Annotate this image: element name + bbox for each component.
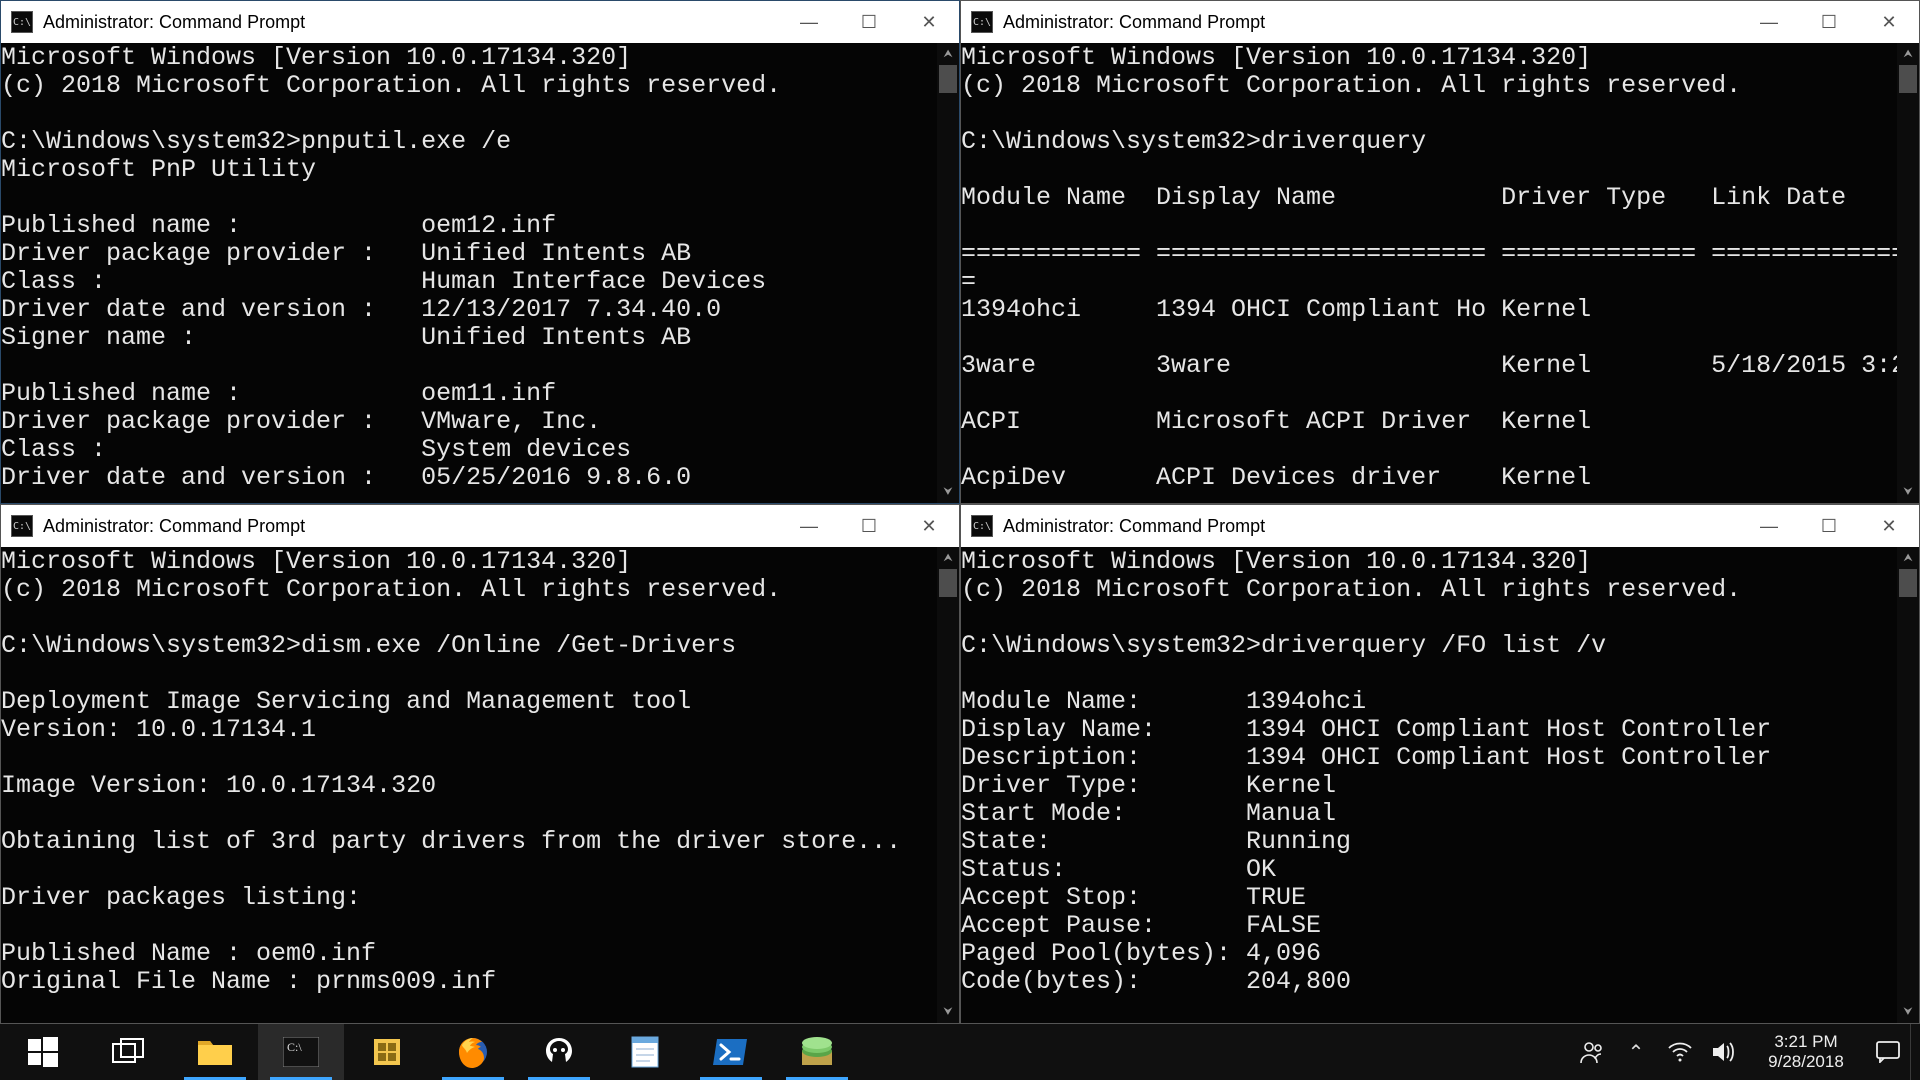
scroll-thumb[interactable] [939,569,957,597]
console-output[interactable]: Microsoft Windows [Version 10.0.17134.32… [961,43,1897,503]
wifi-icon [1668,1042,1692,1062]
show-desktop-button[interactable] [1910,1024,1920,1080]
taskbar-app-3[interactable] [344,1024,430,1080]
cmd-icon: C:\ [971,11,993,33]
taskbar-app-cmd[interactable]: C:\ [258,1024,344,1080]
windows-logo-icon [25,1034,61,1070]
taskbar-app-5[interactable] [774,1024,860,1080]
scrollbar[interactable]: ⮝ ⮟ [937,547,959,1023]
window-title: Administrator: Command Prompt [1003,516,1739,537]
svg-text:C:\: C:\ [287,1040,302,1054]
scroll-down-icon[interactable]: ⮟ [937,481,959,503]
scroll-track[interactable] [1897,569,1919,1001]
taskbar-app-firefox[interactable] [430,1024,516,1080]
window-title: Administrator: Command Prompt [43,12,779,33]
cmd-icon: C:\ [11,515,33,537]
tray-overflow-button[interactable]: ⌃ [1614,1024,1658,1080]
taskbar-app-gitkraken[interactable] [516,1024,602,1080]
titlebar[interactable]: C:\ Administrator: Command Prompt — ☐ ✕ [961,1,1919,43]
people-icon [1579,1039,1605,1065]
cmd-icon: C:\ [971,515,993,537]
close-button[interactable]: ✕ [899,505,959,547]
task-view-icon [111,1034,147,1070]
console-output[interactable]: Microsoft Windows [Version 10.0.17134.32… [1,547,937,1023]
scrollbar[interactable]: ⮝ ⮟ [1897,43,1919,503]
maximize-button[interactable]: ☐ [1799,1,1859,43]
cmd-window-4: C:\ Administrator: Command Prompt — ☐ ✕ … [960,504,1920,1024]
action-center-button[interactable] [1866,1024,1910,1080]
cmd-window-1: C:\ Administrator: Command Prompt — ☐ ✕ … [0,0,960,504]
powershell-icon [713,1034,749,1070]
scroll-down-icon[interactable]: ⮟ [1897,481,1919,503]
scroll-track[interactable] [937,65,959,481]
folder-icon [197,1034,233,1070]
scrollbar[interactable]: ⮝ ⮟ [1897,547,1919,1023]
titlebar[interactable]: C:\ Administrator: Command Prompt — ☐ ✕ [961,505,1919,547]
scroll-track[interactable] [937,569,959,1001]
clock-time: 3:21 PM [1746,1032,1866,1052]
console-output[interactable]: Microsoft Windows [Version 10.0.17134.32… [1,43,937,503]
notification-icon [1876,1041,1900,1063]
scroll-up-icon[interactable]: ⮝ [937,547,959,569]
window-title: Administrator: Command Prompt [1003,12,1739,33]
wifi-button[interactable] [1658,1024,1702,1080]
scroll-track[interactable] [1897,65,1919,481]
cmd-icon: C:\ [283,1034,319,1070]
maximize-button[interactable]: ☐ [1799,505,1859,547]
firefox-icon [455,1034,491,1070]
scroll-up-icon[interactable]: ⮝ [1897,547,1919,569]
minimize-button[interactable]: — [1739,505,1799,547]
start-button[interactable] [0,1024,86,1080]
notepad-icon [627,1034,663,1070]
close-button[interactable]: ✕ [1859,505,1919,547]
taskbar: C:\ [0,1024,1920,1080]
scroll-up-icon[interactable]: ⮝ [1897,43,1919,65]
close-button[interactable]: ✕ [899,1,959,43]
cmd-icon: C:\ [11,11,33,33]
speaker-icon [1712,1041,1736,1063]
minimize-button[interactable]: — [779,505,839,547]
minimize-button[interactable]: — [1739,1,1799,43]
scroll-thumb[interactable] [1899,569,1917,597]
minimize-button[interactable]: — [779,1,839,43]
maximize-button[interactable]: ☐ [839,1,899,43]
scroll-thumb[interactable] [939,65,957,93]
scroll-thumb[interactable] [1899,65,1917,93]
maximize-button[interactable]: ☐ [839,505,899,547]
kraken-icon [541,1034,577,1070]
app-icon [799,1034,835,1070]
window-title: Administrator: Command Prompt [43,516,779,537]
scroll-up-icon[interactable]: ⮝ [937,43,959,65]
taskbar-app-powershell[interactable] [688,1024,774,1080]
close-button[interactable]: ✕ [1859,1,1919,43]
volume-button[interactable] [1702,1024,1746,1080]
cmd-window-2: C:\ Administrator: Command Prompt — ☐ ✕ … [960,0,1920,504]
cmd-window-3: C:\ Administrator: Command Prompt — ☐ ✕ … [0,504,960,1024]
task-view-button[interactable] [86,1024,172,1080]
titlebar[interactable]: C:\ Administrator: Command Prompt — ☐ ✕ [1,1,959,43]
chevron-up-icon: ⌃ [1628,1040,1645,1065]
titlebar[interactable]: C:\ Administrator: Command Prompt — ☐ ✕ [1,505,959,547]
console-output[interactable]: Microsoft Windows [Version 10.0.17134.32… [961,547,1897,1023]
taskbar-app-notepad[interactable] [602,1024,688,1080]
scroll-down-icon[interactable]: ⮟ [1897,1001,1919,1023]
scrollbar[interactable]: ⮝ ⮟ [937,43,959,503]
people-button[interactable] [1570,1024,1614,1080]
scroll-down-icon[interactable]: ⮟ [937,1001,959,1023]
app-icon [369,1034,405,1070]
taskbar-clock[interactable]: 3:21 PM 9/28/2018 [1746,1032,1866,1072]
clock-date: 9/28/2018 [1746,1052,1866,1072]
taskbar-app-file-explorer[interactable] [172,1024,258,1080]
